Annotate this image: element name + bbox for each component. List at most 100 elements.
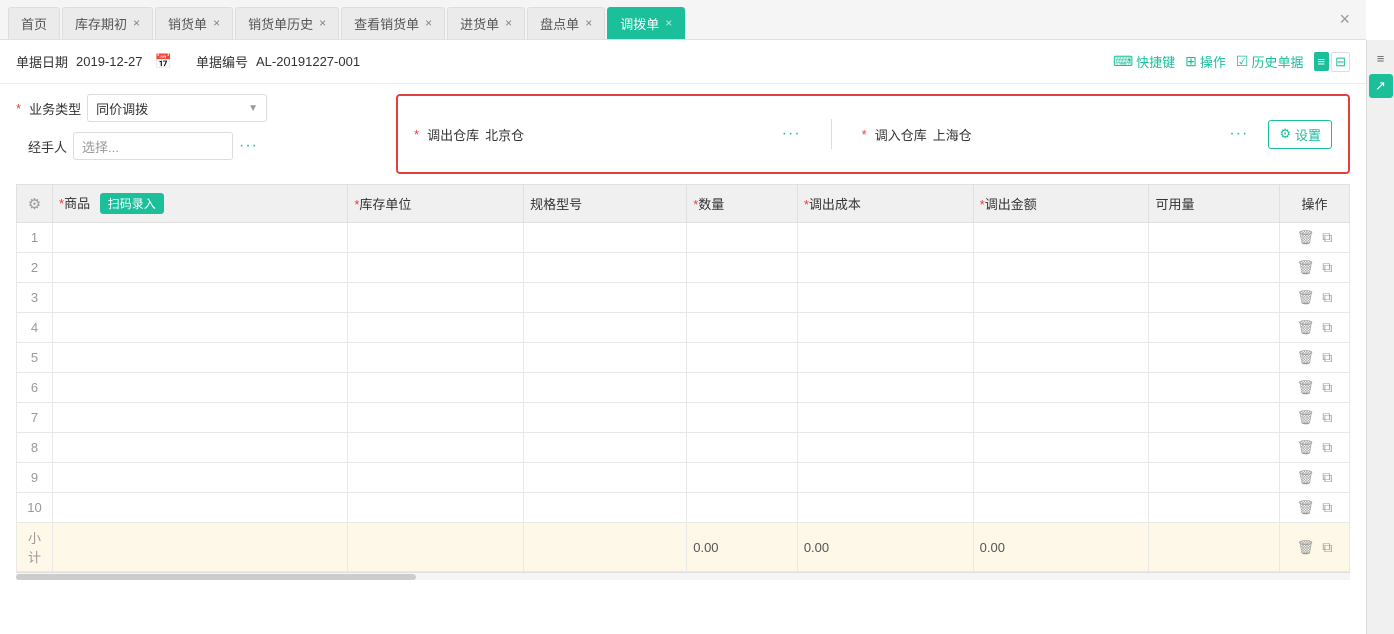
cell-available[interactable] xyxy=(1149,313,1280,343)
cell-spec[interactable] xyxy=(524,343,687,373)
cell-spec[interactable] xyxy=(524,433,687,463)
calendar-icon[interactable]: 📅 xyxy=(155,53,172,70)
table-gear-icon[interactable]: ⚙ xyxy=(28,196,41,213)
handler-input[interactable]: 选择... xyxy=(73,132,233,160)
delete-row-icon[interactable]: 🗑 xyxy=(1297,259,1315,275)
cell-available[interactable] xyxy=(1149,463,1280,493)
cell-amount[interactable] xyxy=(973,253,1149,283)
cell-product[interactable] xyxy=(53,493,348,523)
cell-spec[interactable] xyxy=(524,403,687,433)
warehouse-out-more-btn[interactable]: ··· xyxy=(782,125,801,143)
shortcuts-btn[interactable]: ⌨ 快捷键 xyxy=(1113,52,1175,71)
cell-amount[interactable] xyxy=(973,403,1149,433)
handler-more-btn[interactable]: ··· xyxy=(239,137,258,155)
delete-row-icon[interactable]: 🗑 xyxy=(1297,379,1315,395)
scan-button[interactable]: 扫码录入 xyxy=(100,193,164,214)
cell-product[interactable] xyxy=(53,403,348,433)
settings-button[interactable]: ⚙ 设置 xyxy=(1268,120,1332,149)
cell-unit[interactable] xyxy=(348,253,524,283)
tab-sales-history[interactable]: 销货单历史 × xyxy=(235,7,339,39)
cell-unit[interactable] xyxy=(348,433,524,463)
tab-purchase-order[interactable]: 进货单 × xyxy=(447,7,525,39)
cell-spec[interactable] xyxy=(524,493,687,523)
cell-amount[interactable] xyxy=(973,463,1149,493)
sidebar-export-icon[interactable]: ↗ xyxy=(1369,74,1393,98)
delete-row-icon[interactable]: 🗑 xyxy=(1297,229,1315,245)
close-tab-transfer[interactable]: × xyxy=(665,16,672,30)
cell-cost[interactable] xyxy=(797,223,973,253)
cell-amount[interactable] xyxy=(973,373,1149,403)
cell-unit[interactable] xyxy=(348,223,524,253)
cell-cost[interactable] xyxy=(797,373,973,403)
close-tab-inventory-init[interactable]: × xyxy=(133,16,140,30)
tab-inventory-init[interactable]: 库存期初 × xyxy=(62,7,153,39)
delete-row-icon[interactable]: 🗑 xyxy=(1297,349,1315,365)
cell-qty[interactable] xyxy=(687,343,798,373)
cell-available[interactable] xyxy=(1149,403,1280,433)
copy-row-icon[interactable]: ⧉ xyxy=(1322,469,1332,485)
date-value[interactable]: 2019-12-27 xyxy=(76,54,143,69)
cell-spec[interactable] xyxy=(524,463,687,493)
close-all-button[interactable]: × xyxy=(1331,9,1358,30)
close-tab-purchase-order[interactable]: × xyxy=(505,16,512,30)
history-btn[interactable]: ☑ 历史单据 xyxy=(1236,52,1304,71)
cell-qty[interactable] xyxy=(687,223,798,253)
cell-amount[interactable] xyxy=(973,433,1149,463)
close-tab-stocktake[interactable]: × xyxy=(585,16,592,30)
delete-row-icon[interactable]: 🗑 xyxy=(1297,319,1315,335)
layout-list-icon[interactable]: ≡ xyxy=(1314,52,1330,71)
close-tab-view-sales[interactable]: × xyxy=(425,16,432,30)
delete-row-icon[interactable]: 🗑 xyxy=(1297,469,1315,485)
cell-cost[interactable] xyxy=(797,313,973,343)
cell-product[interactable] xyxy=(53,253,348,283)
cell-cost[interactable] xyxy=(797,493,973,523)
cell-spec[interactable] xyxy=(524,313,687,343)
cell-qty[interactable] xyxy=(687,403,798,433)
close-tab-sales-order[interactable]: × xyxy=(213,16,220,30)
copy-row-icon[interactable]: ⧉ xyxy=(1322,409,1332,425)
cell-product[interactable] xyxy=(53,283,348,313)
warehouse-out-value[interactable]: 北京仓 xyxy=(485,125,524,144)
cell-unit[interactable] xyxy=(348,463,524,493)
copy-row-icon[interactable]: ⧉ xyxy=(1322,319,1332,335)
cell-qty[interactable] xyxy=(687,463,798,493)
cell-qty[interactable] xyxy=(687,373,798,403)
cell-qty[interactable] xyxy=(687,283,798,313)
cell-unit[interactable] xyxy=(348,343,524,373)
business-type-select[interactable]: 同价调拨 ▼ xyxy=(87,94,267,122)
cell-product[interactable] xyxy=(53,343,348,373)
cell-cost[interactable] xyxy=(797,463,973,493)
cell-amount[interactable] xyxy=(973,493,1149,523)
tab-transfer[interactable]: 调拨单 × xyxy=(607,7,685,39)
tab-sales-order[interactable]: 销货单 × xyxy=(155,7,233,39)
cell-available[interactable] xyxy=(1149,223,1280,253)
cell-product[interactable] xyxy=(53,313,348,343)
tab-view-sales[interactable]: 查看销货单 × xyxy=(341,7,445,39)
sidebar-list-icon[interactable]: ≡ xyxy=(1369,46,1393,70)
close-tab-sales-history[interactable]: × xyxy=(319,16,326,30)
delete-row-icon[interactable]: 🗑 xyxy=(1297,499,1315,515)
cell-product[interactable] xyxy=(53,463,348,493)
warehouse-in-value[interactable]: 上海仓 xyxy=(933,125,972,144)
cell-product[interactable] xyxy=(53,433,348,463)
copy-row-icon[interactable]: ⧉ xyxy=(1322,229,1332,245)
tab-stocktake[interactable]: 盘点单 × xyxy=(527,7,605,39)
cell-unit[interactable] xyxy=(348,313,524,343)
cell-unit[interactable] xyxy=(348,403,524,433)
horizontal-scrollbar[interactable] xyxy=(16,572,1350,580)
copy-row-icon[interactable]: ⧉ xyxy=(1322,349,1332,365)
cell-unit[interactable] xyxy=(348,283,524,313)
cell-amount[interactable] xyxy=(973,343,1149,373)
cell-amount[interactable] xyxy=(973,223,1149,253)
cell-cost[interactable] xyxy=(797,343,973,373)
cell-available[interactable] xyxy=(1149,433,1280,463)
delete-row-icon[interactable]: 🗑 xyxy=(1297,409,1315,425)
cell-cost[interactable] xyxy=(797,433,973,463)
cell-available[interactable] xyxy=(1149,253,1280,283)
warehouse-in-more-btn[interactable]: ··· xyxy=(1229,125,1248,143)
cell-qty[interactable] xyxy=(687,433,798,463)
cell-qty[interactable] xyxy=(687,313,798,343)
cell-amount[interactable] xyxy=(973,313,1149,343)
cell-product[interactable] xyxy=(53,373,348,403)
delete-row-icon[interactable]: 🗑 xyxy=(1297,439,1315,455)
